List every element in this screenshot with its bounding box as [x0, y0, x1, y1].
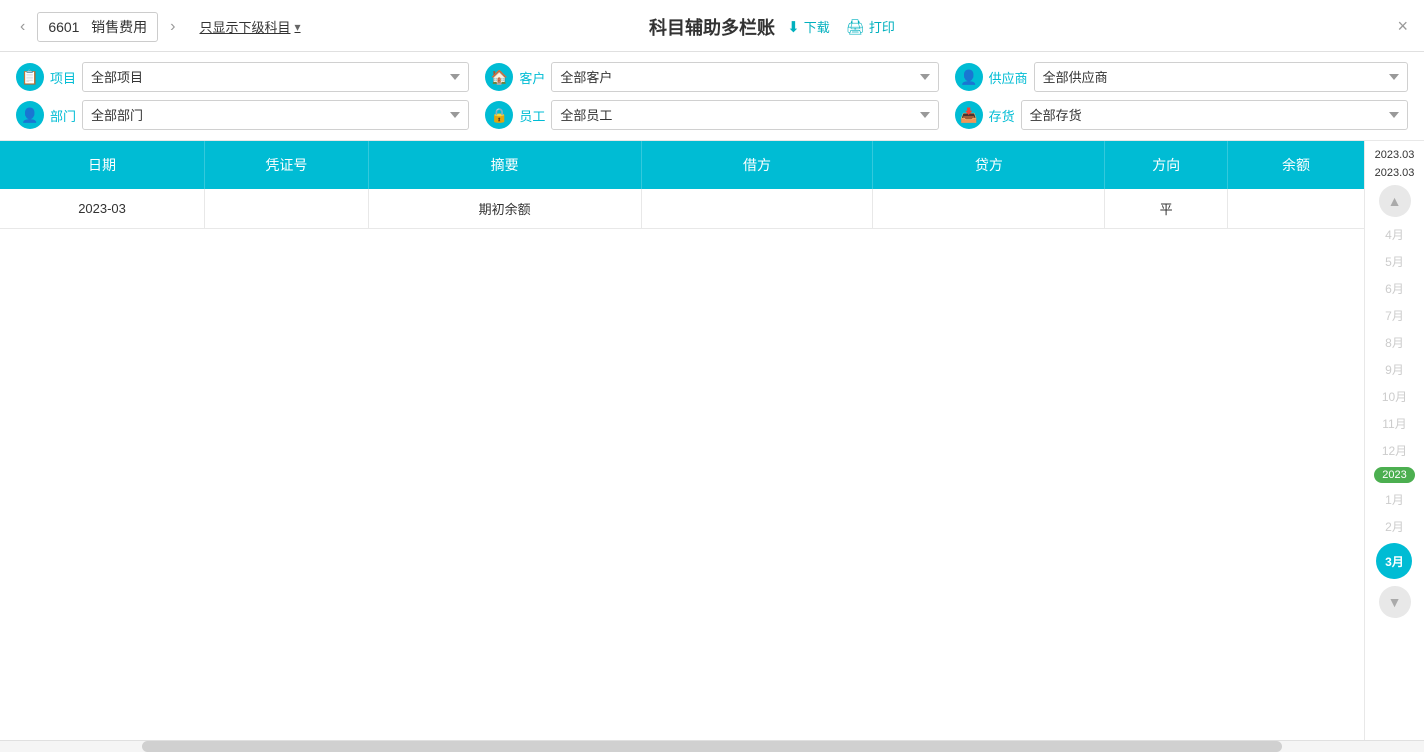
timeline-month-item[interactable]: 7月 — [1374, 302, 1414, 329]
account-label: 6601 销售费用 — [37, 12, 158, 42]
col-date: 日期 — [0, 141, 205, 189]
inventory-label: 存货 — [989, 106, 1015, 125]
filter-inventory: 📥 存货 全部存货 — [955, 100, 1408, 130]
print-icon: 🖨 — [846, 18, 865, 36]
data-table: 日期 凭证号 摘要 借方 贷方 方向 余额 2023-03 期初余额 — [0, 141, 1364, 229]
side-timeline: 2023.03 2023.03 ▲ 4月5月6月7月8月9月10月11月12月 2… — [1364, 141, 1424, 740]
filter-project: 📋 项目 全部项目 — [16, 62, 469, 92]
chevron-down-icon: ▾ — [295, 20, 301, 34]
timeline-month-item[interactable]: 6月 — [1374, 275, 1414, 302]
timeline-month-item[interactable]: 5月 — [1374, 248, 1414, 275]
filter-customer: 🏠 客户 全部客户 — [485, 62, 938, 92]
title-bar: ‹ 6601 销售费用 › 只显示下级科目 ▾ 科目辅助多栏账 ⬇ 下载 🖨 打… — [0, 0, 1424, 52]
close-button[interactable]: × — [1397, 16, 1408, 37]
title-right: ⬇ 下载 🖨 打印 — [787, 17, 895, 36]
col-credit: 贷方 — [873, 141, 1105, 189]
col-debit: 借方 — [641, 141, 873, 189]
table-row: 2023-03 期初余额 平 — [0, 189, 1364, 229]
timeline-month-item[interactable]: 11月 — [1374, 410, 1414, 437]
customer-select[interactable]: 全部客户 — [551, 62, 938, 92]
supplier-label: 供应商 — [989, 68, 1028, 87]
inventory-icon: 📥 — [955, 101, 983, 129]
chevron-up-icon: ▲ — [1388, 193, 1402, 209]
project-label: 项目 — [50, 68, 76, 87]
supplier-icon: 👤 — [955, 63, 983, 91]
print-button[interactable]: 🖨 打印 — [846, 17, 895, 36]
timeline-month-item[interactable]: 10月 — [1374, 383, 1414, 410]
timeline-month-item[interactable]: 3月 — [1376, 543, 1412, 579]
filter-row-1: 📋 项目 全部项目 🏠 客户 全部客户 👤 供应商 全部供应商 — [16, 62, 1408, 92]
customer-label: 客户 — [519, 68, 545, 87]
cell-balance — [1228, 189, 1364, 229]
cell-summary: 期初余额 — [368, 189, 641, 229]
nav-prev-button[interactable]: ‹ — [16, 16, 29, 38]
supplier-select[interactable]: 全部供应商 — [1034, 62, 1408, 92]
col-balance: 余额 — [1228, 141, 1364, 189]
col-direction: 方向 — [1105, 141, 1228, 189]
cell-direction: 平 — [1105, 189, 1228, 229]
inventory-select[interactable]: 全部存货 — [1021, 100, 1408, 130]
show-sub-dropdown[interactable]: 只显示下级科目 ▾ — [199, 17, 300, 36]
timeline-months: 4月5月6月7月8月9月10月11月12月 2023 1月2月 3月 — [1374, 221, 1414, 582]
col-voucher: 凭证号 — [205, 141, 369, 189]
employee-select[interactable]: 全部员工 — [551, 100, 938, 130]
department-select[interactable]: 全部部门 — [82, 100, 469, 130]
table-header-row: 日期 凭证号 摘要 借方 贷方 方向 余额 — [0, 141, 1364, 189]
project-icon: 📋 — [16, 63, 44, 91]
account-name: 销售费用 — [91, 19, 147, 35]
timeline-month-item[interactable]: 2023 — [1374, 467, 1414, 483]
filter-row-2: 👤 部门 全部部门 🔒 员工 全部员工 📥 存货 全部存货 — [16, 100, 1408, 130]
timeline-period1[interactable]: 2023.03 — [1365, 145, 1424, 165]
cell-voucher — [205, 189, 369, 229]
timeline-month-item[interactable]: 4月 — [1374, 221, 1414, 248]
customer-icon: 🏠 — [485, 63, 513, 91]
show-sub-label: 只显示下级科目 — [199, 17, 290, 36]
employee-label: 员工 — [519, 106, 545, 125]
main-content: 日期 凭证号 摘要 借方 贷方 方向 余额 2023-03 期初余额 — [0, 141, 1424, 740]
main-window: ‹ 6601 销售费用 › 只显示下级科目 ▾ 科目辅助多栏账 ⬇ 下载 🖨 打… — [0, 0, 1424, 752]
timeline-month-item[interactable]: 9月 — [1374, 356, 1414, 383]
page-title: 科目辅助多栏账 — [649, 14, 775, 40]
filter-supplier: 👤 供应商 全部供应商 — [955, 62, 1408, 92]
nav-next-button[interactable]: › — [166, 16, 179, 38]
table-area: 日期 凭证号 摘要 借方 贷方 方向 余额 2023-03 期初余额 — [0, 141, 1364, 740]
filter-department: 👤 部门 全部部门 — [16, 100, 469, 130]
scrollbar-thumb[interactable] — [142, 741, 1281, 752]
col-summary: 摘要 — [368, 141, 641, 189]
timeline-month-item[interactable]: 12月 — [1374, 437, 1414, 464]
timeline-month-item[interactable]: 1月 — [1374, 486, 1414, 513]
download-icon: ⬇ — [787, 18, 800, 36]
timeline-up-button[interactable]: ▲ — [1379, 185, 1411, 217]
cell-debit — [641, 189, 873, 229]
account-code: 6601 — [48, 19, 79, 35]
department-label: 部门 — [50, 106, 76, 125]
timeline-down-button[interactable]: ▼ — [1379, 586, 1411, 618]
chevron-down-icon: ▼ — [1388, 594, 1402, 610]
timeline-month-item[interactable]: 2月 — [1374, 513, 1414, 540]
project-select[interactable]: 全部项目 — [82, 62, 469, 92]
timeline-month-item[interactable]: 8月 — [1374, 329, 1414, 356]
filter-area: 📋 项目 全部项目 🏠 客户 全部客户 👤 供应商 全部供应商 — [0, 52, 1424, 141]
download-button[interactable]: ⬇ 下载 — [787, 17, 830, 36]
employee-icon: 🔒 — [485, 101, 513, 129]
title-left: ‹ 6601 销售费用 › 只显示下级科目 ▾ — [16, 12, 301, 42]
cell-credit — [873, 189, 1105, 229]
cell-date: 2023-03 — [0, 189, 205, 229]
timeline-period2[interactable]: 2023.03 — [1365, 165, 1424, 181]
filter-employee: 🔒 员工 全部员工 — [485, 100, 938, 130]
horizontal-scrollbar[interactable] — [0, 740, 1424, 752]
department-icon: 👤 — [16, 101, 44, 129]
